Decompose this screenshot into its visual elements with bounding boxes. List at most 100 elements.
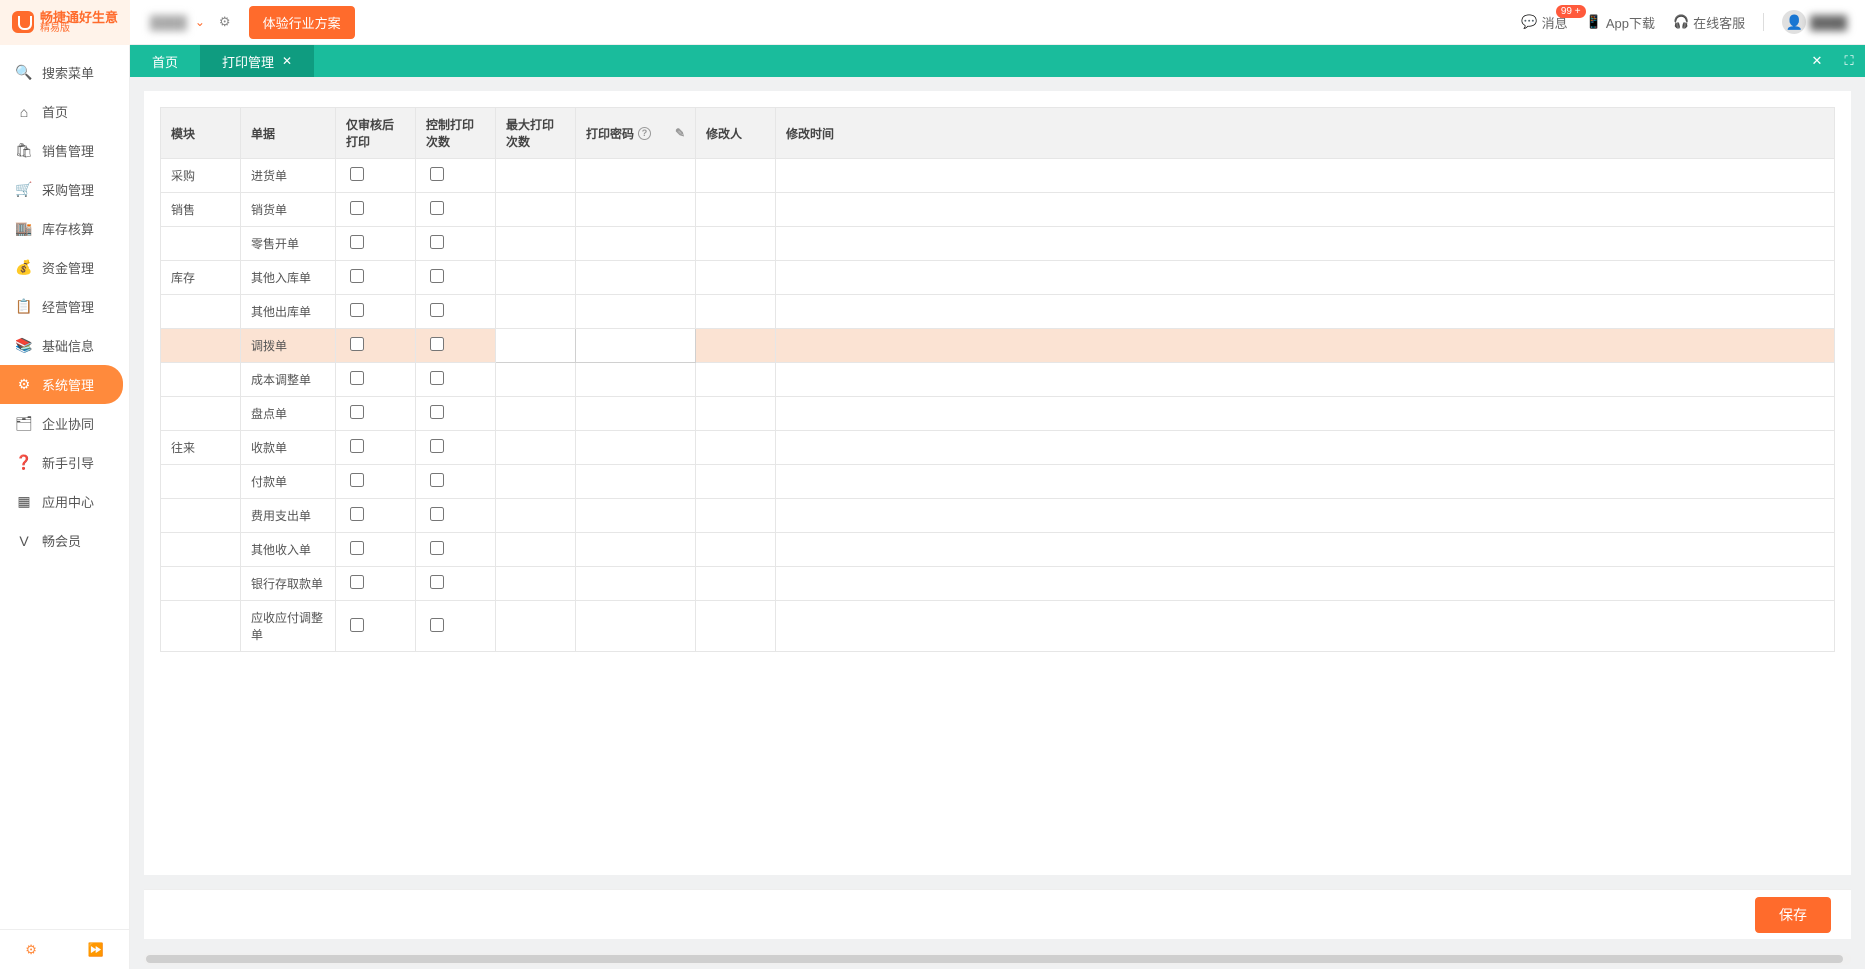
control-count-checkbox[interactable]: [430, 575, 444, 589]
audit-only-checkbox[interactable]: [350, 201, 364, 215]
control-count-checkbox[interactable]: [430, 167, 444, 181]
audit-only-checkbox[interactable]: [350, 303, 364, 317]
table-row: 往来收款单: [161, 431, 1835, 465]
control-count-checkbox[interactable]: [430, 337, 444, 351]
cell-max-count: [496, 431, 576, 465]
online-service-button[interactable]: 🎧 在线客服: [1673, 13, 1745, 32]
th-module: 模块: [161, 108, 241, 159]
audit-only-checkbox[interactable]: [350, 371, 364, 385]
nav-search[interactable]: 🔍搜索菜单: [0, 53, 129, 92]
cell-modifier: [696, 567, 776, 601]
cell-modifier: [696, 601, 776, 652]
nav-biz[interactable]: 📋经营管理: [0, 287, 129, 326]
cell-audit-only: [336, 567, 416, 601]
control-count-checkbox[interactable]: [430, 235, 444, 249]
company-selector[interactable]: ████ ⌄: [150, 15, 205, 30]
cell-max-count: [496, 533, 576, 567]
help-icon[interactable]: ?: [638, 127, 651, 140]
settings-icon[interactable]: ⚙: [25, 942, 37, 958]
cell-control-count: [416, 567, 496, 601]
nav-system-icon: ⚙: [16, 377, 32, 393]
control-count-checkbox[interactable]: [430, 618, 444, 632]
cell-doc: 调拨单: [241, 329, 336, 363]
nav-sales[interactable]: 🛍销售管理: [0, 131, 129, 170]
control-count-checkbox[interactable]: [430, 507, 444, 521]
nav-collab[interactable]: 🗂企业协同: [0, 404, 129, 443]
th-audit-only: 仅审核后打印: [336, 108, 416, 159]
messages-button[interactable]: 💬 消息 99 +: [1521, 13, 1567, 32]
nav: 🔍搜索菜单⌂首页🛍销售管理🛒采购管理🏬库存核算💰资金管理📋经营管理 📚 基础信息 ⚙系…: [0, 45, 129, 929]
table-row: 费用支出单: [161, 499, 1835, 533]
nav-purchase[interactable]: 🛒采购管理: [0, 170, 129, 209]
horizontal-scrollbar[interactable]: [144, 953, 1851, 965]
save-button[interactable]: 保存: [1755, 897, 1831, 933]
control-count-checkbox[interactable]: [430, 473, 444, 487]
control-count-checkbox[interactable]: [430, 303, 444, 317]
control-count-checkbox[interactable]: [430, 439, 444, 453]
collapse-icon[interactable]: ⏩: [88, 942, 104, 958]
cell-max-count[interactable]: [496, 329, 576, 363]
nav-inventory[interactable]: 🏬库存核算: [0, 209, 129, 248]
cell-modify-time: [776, 193, 1835, 227]
control-count-checkbox[interactable]: [430, 371, 444, 385]
audit-only-checkbox[interactable]: [350, 337, 364, 351]
control-count-checkbox[interactable]: [430, 201, 444, 215]
cell-password: [576, 397, 696, 431]
cell-control-count: [416, 159, 496, 193]
nav-base[interactable]: 📚 基础信息: [0, 326, 129, 365]
logo[interactable]: 畅捷通好生意 精易版: [0, 0, 130, 45]
cell-modify-time: [776, 567, 1835, 601]
table-row: 其他出库单: [161, 295, 1835, 329]
edit-icon[interactable]: ✎: [675, 126, 685, 140]
app-download-button[interactable]: 📱 App下载: [1586, 13, 1655, 32]
nav-apps[interactable]: ▦应用中心: [0, 482, 129, 521]
tab-首页[interactable]: 首页: [130, 45, 200, 77]
tab-close-all-icon[interactable]: ✕: [1801, 45, 1833, 77]
cell-modify-time: [776, 465, 1835, 499]
tab-label: 打印管理: [222, 52, 274, 71]
control-count-checkbox[interactable]: [430, 541, 444, 555]
nav-guide[interactable]: ❓新手引导: [0, 443, 129, 482]
cell-password: [576, 465, 696, 499]
promo-button[interactable]: 体验行业方案: [249, 6, 355, 39]
audit-only-checkbox[interactable]: [350, 167, 364, 181]
nav-vip[interactable]: V畅会员: [0, 521, 129, 560]
cell-max-count: [496, 567, 576, 601]
th-modify-time: 修改时间: [776, 108, 1835, 159]
gear-icon[interactable]: ⚙: [219, 14, 231, 30]
cell-audit-only: [336, 533, 416, 567]
nav-base-icon: 📚: [16, 338, 32, 354]
sidebar-footer: ⚙ ⏩: [0, 929, 129, 969]
tab-打印管理[interactable]: 打印管理 ✕: [200, 45, 314, 77]
nav-system[interactable]: ⚙系统管理: [0, 365, 123, 404]
table-row: 零售开单: [161, 227, 1835, 261]
audit-only-checkbox[interactable]: [350, 473, 364, 487]
topbar: 畅捷通好生意 精易版 ████ ⌄ ⚙ 体验行业方案 💬 消息 99 + 📱 A…: [0, 0, 1865, 45]
close-icon[interactable]: ✕: [282, 54, 292, 68]
control-count-checkbox[interactable]: [430, 269, 444, 283]
audit-only-checkbox[interactable]: [350, 269, 364, 283]
nav-label: 基础信息: [42, 336, 94, 355]
cell-module: [161, 601, 241, 652]
user-menu[interactable]: 👤 ████: [1782, 10, 1847, 34]
nav-funds[interactable]: 💰资金管理: [0, 248, 129, 287]
audit-only-checkbox[interactable]: [350, 439, 364, 453]
cell-password: [576, 193, 696, 227]
cell-password: [576, 567, 696, 601]
cell-doc: 付款单: [241, 465, 336, 499]
fullscreen-icon[interactable]: ⛶: [1833, 45, 1865, 77]
nav-home[interactable]: ⌂首页: [0, 92, 129, 131]
nav-funds-icon: 💰: [16, 260, 32, 276]
audit-only-checkbox[interactable]: [350, 405, 364, 419]
cell-password[interactable]: [576, 329, 696, 363]
audit-only-checkbox[interactable]: [350, 575, 364, 589]
logo-title: 畅捷通好生意: [40, 11, 118, 24]
audit-only-checkbox[interactable]: [350, 618, 364, 632]
cell-audit-only: [336, 295, 416, 329]
audit-only-checkbox[interactable]: [350, 541, 364, 555]
audit-only-checkbox[interactable]: [350, 507, 364, 521]
cell-modifier: [696, 227, 776, 261]
control-count-checkbox[interactable]: [430, 405, 444, 419]
nav-apps-icon: ▦: [16, 494, 32, 510]
audit-only-checkbox[interactable]: [350, 235, 364, 249]
